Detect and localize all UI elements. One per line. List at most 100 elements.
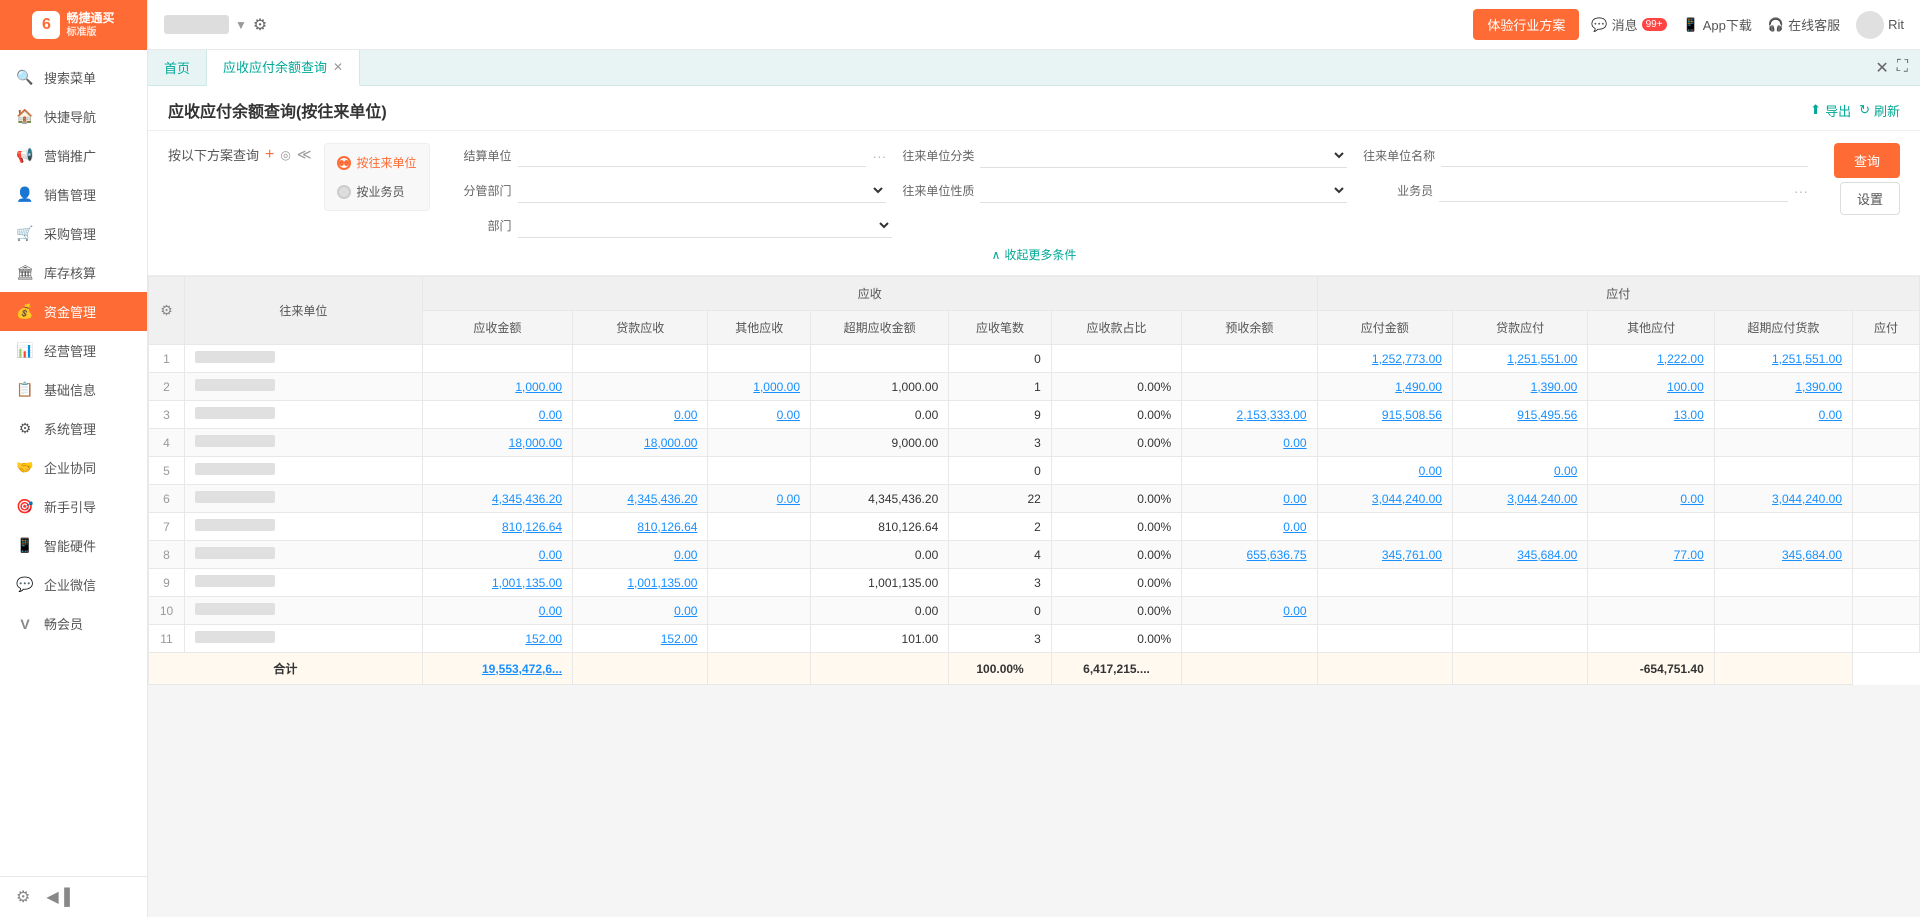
header-breadcrumb: 某某某某某 ▼ ⚙ [164,15,1461,35]
sidebar-item-hardware[interactable]: 📱 智能硬件 [0,526,147,565]
sidebar-item-sales[interactable]: 👤 销售管理 [0,175,147,214]
footer-prepay-total: 6,417,215.... [1051,653,1181,685]
row-partner [185,541,423,569]
company-dropdown-icon[interactable]: ▼ [235,18,247,32]
row-ar-loan: 4,345,436.20 [573,485,708,513]
salesman-input[interactable] [1439,179,1788,202]
row-ap-loan [1452,625,1587,653]
user-avatar[interactable]: Rit [1856,11,1904,39]
export-button[interactable]: ⬆ 导出 [1810,101,1851,120]
settings-button[interactable]: 设置 [1840,182,1900,215]
partner-nature-select[interactable] [980,178,1347,203]
sidebar-item-member[interactable]: V 畅会员 [0,604,147,643]
row-ar-count: 9 [949,401,1052,429]
operations-icon: 📊 [16,342,34,359]
filter-label-managed-dept: 分管部门 [442,182,512,199]
query-button[interactable]: 查询 [1834,143,1900,178]
row-ar-overdue: 0.00 [811,541,949,569]
sidebar-item-system[interactable]: ⚙ 系统管理 [0,409,147,448]
app-download-icon: 📱 [1683,17,1699,33]
maximize-icon[interactable]: ⛶ [1897,58,1908,78]
row-ar-ratio [1051,345,1181,373]
sidebar-item-operations[interactable]: 📊 经营管理 [0,331,147,370]
tab-home[interactable]: 首页 [148,50,207,86]
promo-btn[interactable]: 体验行业方案 [1473,9,1579,40]
marketing-icon: 📢 [16,147,34,164]
row-ap-tail [1853,541,1920,569]
row-ar-overdue [811,457,949,485]
sidebar-item-search-menu[interactable]: 🔍 搜索菜单 [0,58,147,97]
chevron-up-icon: ∧ [992,248,1001,262]
row-partner [185,373,423,401]
table-settings-icon[interactable]: ⚙ [160,302,173,318]
filter-more-icon[interactable]: ≪ [297,146,312,163]
row-ar-overdue: 1,000.00 [811,373,949,401]
managed-dept-select[interactable] [518,178,887,203]
partner-name-input[interactable] [1441,144,1808,167]
tab-close-icon[interactable]: ✕ [333,60,343,74]
notifications-btn[interactable]: 💬 消息 99+ [1591,15,1666,34]
row-ar-other [708,569,811,597]
sidebar-item-funds[interactable]: 💰 资金管理 [0,292,147,331]
th-ar-count: 应收笔数 [949,311,1052,345]
row-ap-amount: 1,490.00 [1317,373,1452,401]
inventory-icon: 🏛 [16,264,34,281]
row-ar-amount: 1,000.00 [422,373,572,401]
app-download-btn[interactable]: 📱 App下载 [1683,15,1752,34]
collapse-sidebar-icon[interactable]: ◀▐ [46,887,70,907]
filter-collapse-btn[interactable]: ∧ 收起更多条件 [168,246,1900,263]
sidebar-item-label: 智能硬件 [44,536,96,555]
row-ar-count: 4 [949,541,1052,569]
settings-footer-icon[interactable]: ⚙ [16,887,30,907]
row-ar-count: 1 [949,373,1052,401]
table-row: 100.000.000.0000.00%0.00 [149,597,1920,625]
th-partner: 往来单位 [185,277,423,345]
table-row: 500.000.00 [149,457,1920,485]
refresh-button[interactable]: ↻ 刷新 [1859,101,1900,120]
row-ap-tail [1853,597,1920,625]
salesman-dots-icon[interactable]: ··· [1794,183,1808,199]
row-ar-loan: 0.00 [573,541,708,569]
filter-label-salesman: 业务员 [1363,182,1433,199]
headset-icon: 🎧 [1768,17,1784,33]
sidebar-item-basic[interactable]: 📋 基础信息 [0,370,147,409]
dept-select[interactable] [518,213,893,238]
header-right: 💬 消息 99+ 📱 App下载 🎧 在线客服 Rit [1591,11,1904,39]
sidebar-item-inventory[interactable]: 🏛 库存核算 [0,253,147,292]
sidebar-item-purchase[interactable]: 🛒 采购管理 [0,214,147,253]
filter-add-icon[interactable]: + [265,146,274,164]
view-option-salesman[interactable]: 按业务员 [337,179,417,204]
app-logo-text: 畅捷通买 标准版 [66,11,114,40]
settlement-unit-input[interactable] [518,144,867,167]
sidebar-footer: ⚙ ◀▐ [0,876,147,917]
filter-circle-icon[interactable]: ◎ [280,148,290,162]
th-ar-loan: 贷款应收 [573,311,708,345]
footer-ar-total[interactable]: 19,553,472,6... [422,653,572,685]
sidebar-item-marketing[interactable]: 📢 营销推广 [0,136,147,175]
sidebar-item-wechat[interactable]: 💬 企业微信 [0,565,147,604]
sidebar-item-guide[interactable]: 🎯 新手引导 [0,487,147,526]
view-option-partner[interactable]: 按往来单位 [337,150,417,175]
customer-service-btn[interactable]: 🎧 在线客服 [1768,15,1840,34]
data-table: ⚙ 往来单位 应收 应付 应收金额 贷款应收 其他应收 超期应收金额 应收笔数 … [148,276,1920,685]
row-partner [185,513,423,541]
row-ar-loan [573,457,708,485]
sidebar-item-quick-nav[interactable]: 🏠 快捷导航 [0,97,147,136]
row-num: 3 [149,401,185,429]
row-ap-overdue [1714,457,1852,485]
settlement-dots-icon[interactable]: ··· [872,148,886,164]
row-partner [185,485,423,513]
tab-ar-ap[interactable]: 应收应付余额查询 ✕ [207,50,360,86]
partner-category-select[interactable] [980,143,1347,168]
minimize-icon[interactable]: ✕ [1875,58,1888,78]
row-prepay: 0.00 [1182,597,1317,625]
sidebar-item-corp[interactable]: 🤝 企业协同 [0,448,147,487]
row-ap-other: 13.00 [1588,401,1714,429]
header-gear-icon[interactable]: ⚙ [253,15,267,35]
row-ar-ratio: 0.00% [1051,373,1181,401]
row-ar-other [708,625,811,653]
row-partner [185,457,423,485]
row-ap-tail [1853,569,1920,597]
row-ar-overdue: 0.00 [811,597,949,625]
th-ap-loan: 贷款应付 [1452,311,1587,345]
